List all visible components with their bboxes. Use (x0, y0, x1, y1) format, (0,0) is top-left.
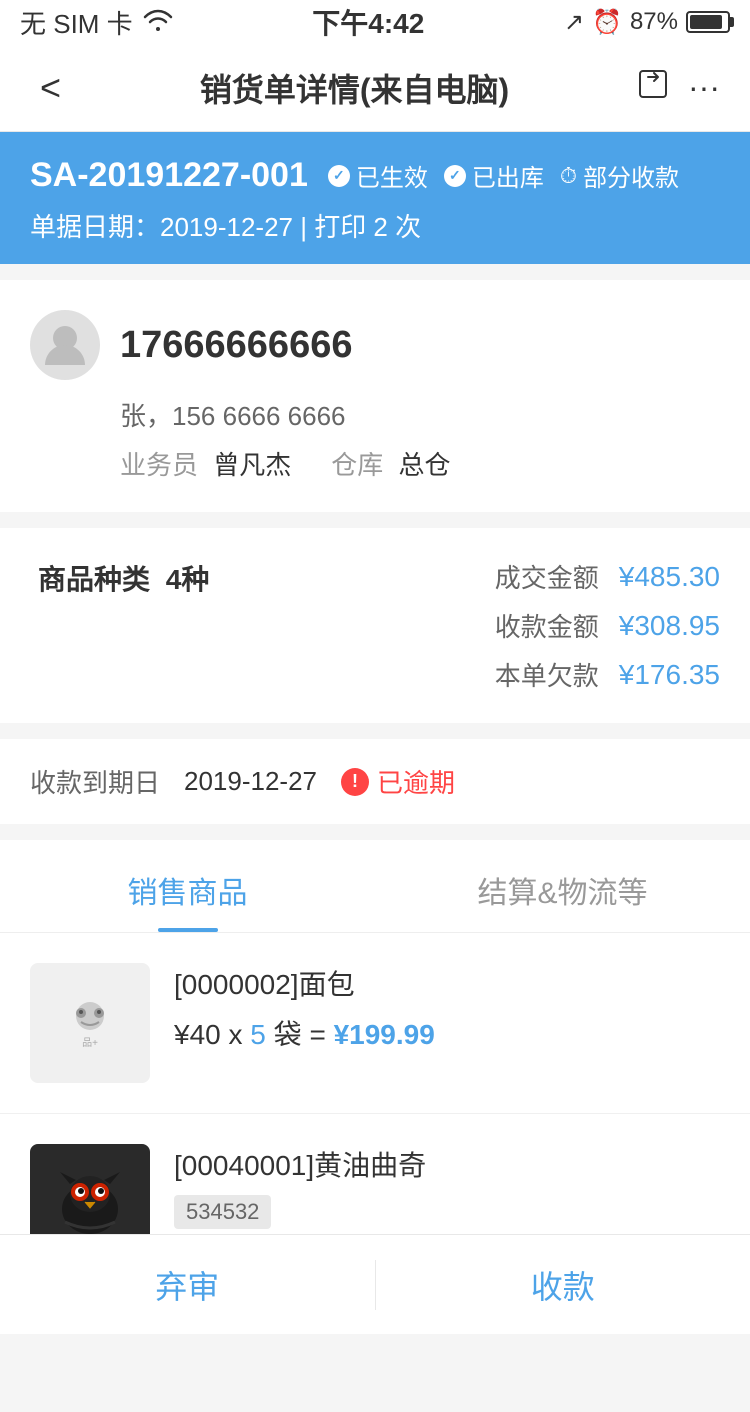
deal-amount-row: 成交金额 ¥485.30 (495, 558, 720, 595)
owe-value: ¥176.35 (619, 659, 720, 691)
product-name-2: [00040001]黄油曲奇 (174, 1144, 720, 1184)
warehouse-label-group: 仓库 总仓 (331, 445, 450, 482)
warehouse-value: 总仓 (399, 450, 451, 480)
nav-actions: ··· (638, 69, 720, 107)
category-count: 4种 (166, 564, 210, 595)
due-date-value: 2019-12-27 (184, 766, 317, 797)
status-time: 下午4:42 (312, 2, 424, 42)
carrier-label: 无 SIM 卡 (20, 4, 133, 41)
share-button[interactable] (638, 69, 668, 107)
customer-row: 17666666666 (30, 310, 720, 380)
price-unit-1: 袋 (274, 1019, 302, 1050)
status-partial: ⏱ 部分收款 (560, 158, 679, 193)
banner-top: SA-20191227-001 ✓ 已生效 ✓ 已出库 ⏱ 部分收款 (30, 156, 720, 195)
product-info-1: [0000002]面包 ¥40 x 5 袋 = ¥199.99 (174, 963, 720, 1053)
more-button[interactable]: ··· (688, 69, 720, 106)
back-button[interactable]: < (30, 57, 71, 119)
price-qty-1: 5 (250, 1019, 266, 1050)
owe-label: 本单欠款 (495, 656, 599, 693)
customer-section: 17666666666 张，156 6666 6666 业务员 曾凡杰 仓库 总… (0, 280, 750, 512)
stats-section: 商品种类 4种 成交金额 ¥485.30 收款金额 ¥308.95 本单欠款 ¥… (0, 528, 750, 723)
product-thumb-1: 品+ (30, 963, 150, 1083)
owe-row: 本单欠款 ¥176.35 (495, 656, 720, 693)
due-date-section: 收款到期日 2019-12-27 ! 已逾期 (0, 739, 750, 824)
status-shipped: ✓ 已出库 (444, 158, 544, 193)
battery-icon (686, 11, 730, 33)
price-total-1: ¥199.99 (334, 1019, 435, 1050)
status-right: ↗ ⏰ 87% (564, 8, 730, 37)
check-icon-2: ✓ (444, 165, 466, 187)
overdue-text: 已逾期 (377, 763, 455, 800)
wifi-icon (143, 7, 173, 38)
order-id: SA-20191227-001 (30, 156, 308, 195)
tab-products-label: 销售商品 (128, 877, 248, 910)
customer-name-phone: 张，156 6666 6666 (120, 396, 720, 433)
status-bar: 无 SIM 卡 下午4:42 ↗ ⏰ 87% (0, 0, 750, 44)
tabs-row: 销售商品 结算&物流等 (0, 840, 750, 933)
received-value: ¥308.95 (619, 610, 720, 642)
cancel-button[interactable]: 弃审 (0, 1234, 375, 1336)
price-base-1: ¥40 (174, 1019, 221, 1050)
tab-settlement-label: 结算&物流等 (477, 877, 647, 910)
tab-settlement[interactable]: 结算&物流等 (375, 840, 750, 932)
svg-text:品+: 品+ (82, 1037, 98, 1049)
customer-avatar (30, 310, 100, 380)
status-left: 无 SIM 卡 (20, 4, 173, 41)
confirm-button[interactable]: 收款 (376, 1234, 750, 1336)
nav-bar: < 销货单详情(来自电脑) ··· (0, 44, 750, 132)
page-title: 销货单详情(来自电脑) (200, 65, 509, 111)
category-label: 商品种类 (38, 564, 150, 595)
received-row: 收款金额 ¥308.95 (495, 607, 720, 644)
deal-amount-label: 成交金额 (495, 558, 599, 595)
category-stat: 商品种类 4种 (30, 558, 209, 598)
check-icon-1: ✓ (328, 165, 350, 187)
customer-meta: 业务员 曾凡杰 仓库 总仓 (120, 445, 720, 482)
salesperson-label: 业务员 曾凡杰 (120, 445, 291, 482)
order-date: 单据日期：2019-12-27 | 打印 2 次 (30, 207, 720, 244)
status-effective: ✓ 已生效 (328, 158, 428, 193)
overdue-badge: ! 已逾期 (341, 763, 455, 800)
order-header-banner: SA-20191227-001 ✓ 已生效 ✓ 已出库 ⏱ 部分收款 单据日期：… (0, 132, 750, 264)
bottom-bar: 弃审 收款 (0, 1234, 750, 1334)
tab-products[interactable]: 销售商品 (0, 840, 375, 932)
location-icon: ↗ (564, 8, 584, 37)
battery-percent: 87% (630, 8, 678, 36)
clock-icon: ⏱ (560, 163, 577, 189)
amount-stats: 成交金额 ¥485.30 收款金额 ¥308.95 本单欠款 ¥176.35 (495, 558, 720, 693)
product-item-1: 品+ [0000002]面包 ¥40 x 5 袋 = ¥199.99 (0, 933, 750, 1114)
customer-account-id: 17666666666 (120, 324, 352, 367)
product-sku-2: 534532 (174, 1195, 271, 1229)
salesperson-value: 曾凡杰 (213, 450, 291, 480)
deal-amount-value: ¥485.30 (619, 561, 720, 593)
overdue-icon: ! (341, 768, 369, 796)
status-badges: ✓ 已生效 ✓ 已出库 ⏱ 部分收款 (328, 158, 679, 193)
received-label: 收款金额 (495, 607, 599, 644)
due-date-label: 收款到期日 (30, 763, 160, 800)
alarm-icon: ⏰ (592, 8, 622, 37)
product-price-1: ¥40 x 5 袋 = ¥199.99 (174, 1013, 720, 1053)
product-name-1: [0000002]面包 (174, 963, 720, 1003)
